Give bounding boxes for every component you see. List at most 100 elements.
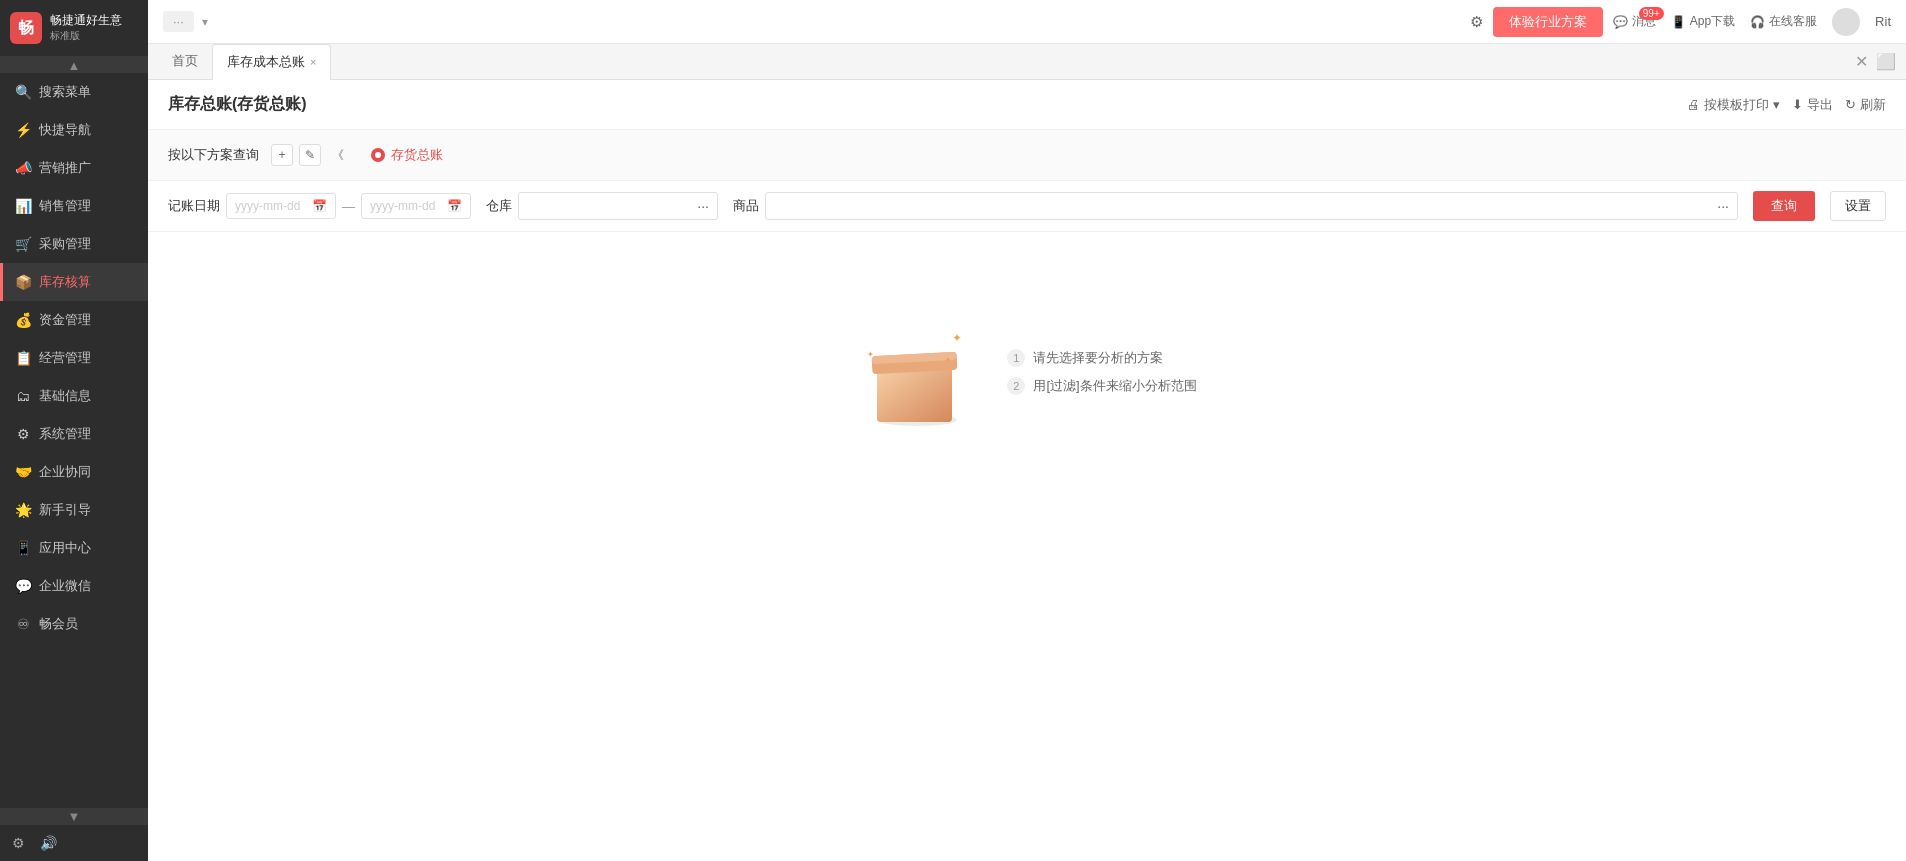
goods-more-icon[interactable]: ··· [1717, 198, 1729, 214]
search-icon: 🔍 [15, 84, 31, 100]
topbar: ··· ▾ ⚙ 体验行业方案 💬 消息 99+ 📱 App下载 🎧 在线客服 R… [148, 0, 1906, 44]
filter-scheme-bar: 按以下方案查询 + ✎ 《 存货总账 [148, 130, 1906, 181]
hint-2-text: 用[过滤]条件来缩小分析范围 [1033, 377, 1196, 395]
sidebar-item-marketing[interactable]: 📣 营销推广 [0, 149, 148, 187]
tabbar-right: ✕ ⬜ [1855, 52, 1896, 71]
refresh-label: 刷新 [1860, 96, 1886, 114]
export-label: 导出 [1807, 96, 1833, 114]
sidebar-item-inventory[interactable]: 📦 库存核算 [0, 263, 148, 301]
funds-icon: 💰 [15, 312, 31, 328]
export-icon: ⬇ [1792, 97, 1803, 112]
sidebar-item-label: 企业微信 [39, 577, 91, 595]
collapse-icon: 《 [332, 148, 344, 162]
breadcrumb-arrow: ▾ [202, 15, 208, 29]
filter-collapse-button[interactable]: 《 [327, 144, 349, 166]
filter-edit-button[interactable]: ✎ [299, 144, 321, 166]
sidebar-item-quick-nav[interactable]: ⚡ 快捷导航 [0, 111, 148, 149]
sidebar-item-label: 销售管理 [39, 197, 91, 215]
filter-add-button[interactable]: + [271, 144, 293, 166]
refresh-button[interactable]: ↻ 刷新 [1845, 96, 1886, 114]
date-to-input[interactable]: yyyy-mm-dd 📅 [361, 193, 471, 219]
page-header: 库存总账(存货总账) 🖨 按模板打印 ▾ ⬇ 导出 ↻ 刷新 [148, 80, 1906, 130]
sidebar-item-basic-info[interactable]: 🗂 基础信息 [0, 377, 148, 415]
sidebar-item-label: 采购管理 [39, 235, 91, 253]
filter-actions: + ✎ 《 [271, 144, 349, 166]
print-label: 按模板打印 [1704, 96, 1769, 114]
scroll-up[interactable]: ▲ [0, 57, 148, 73]
trial-button[interactable]: 体验行业方案 [1493, 7, 1603, 37]
headset-icon: 🎧 [1750, 15, 1765, 29]
sidebar-item-sales[interactable]: 📊 销售管理 [0, 187, 148, 225]
tabbar-resize-button[interactable]: ⬜ [1876, 52, 1896, 71]
footer-sound-icon[interactable]: 🔊 [40, 835, 57, 851]
print-dropdown-icon[interactable]: ▾ [1773, 97, 1780, 112]
footer-settings-icon[interactable]: ⚙ [12, 835, 25, 851]
sidebar-item-app-center[interactable]: 📱 应用中心 [0, 529, 148, 567]
sidebar-item-label: 系统管理 [39, 425, 91, 443]
app-name: 畅捷通好生意 [50, 13, 122, 29]
date-from-placeholder: yyyy-mm-dd [235, 199, 300, 213]
inventory-icon: 📦 [15, 274, 31, 290]
sidebar-item-label: 畅会员 [39, 615, 78, 633]
settings-button[interactable]: 设置 [1830, 191, 1886, 221]
tab-home[interactable]: 首页 [158, 44, 212, 80]
logo-icon: 畅 [10, 12, 42, 44]
warehouse-input[interactable]: ··· [518, 192, 718, 220]
calendar-from-icon[interactable]: 📅 [312, 199, 327, 213]
scroll-down[interactable]: ▼ [0, 808, 148, 824]
sidebar-item-guide[interactable]: 🌟 新手引导 [0, 491, 148, 529]
message-icon: 💬 [1613, 15, 1628, 29]
sidebar-footer: ⚙ 🔊 [0, 824, 148, 861]
sidebar-item-system[interactable]: ⚙ 系统管理 [0, 415, 148, 453]
goods-filter-group: 商品 ··· [733, 192, 1738, 220]
filter-row: 记账日期 yyyy-mm-dd 📅 — yyyy-mm-dd 📅 仓库 [148, 181, 1906, 232]
page-title: 库存总账(存货总账) [168, 94, 307, 115]
sidebar-item-operations[interactable]: 📋 经营管理 [0, 339, 148, 377]
hint-1: 1 请先选择要分析的方案 [1007, 349, 1196, 367]
goods-label: 商品 [733, 197, 759, 215]
scheme-item-inventory[interactable]: 存货总账 [361, 142, 453, 168]
refresh-icon: ↻ [1845, 97, 1856, 112]
sidebar-nav: 🔍 搜索菜单 ⚡ 快捷导航 📣 营销推广 📊 销售管理 🛒 采购管理 📦 库存核… [0, 73, 148, 808]
tab-inventory-ledger[interactable]: 库存成本总账 × [212, 44, 331, 81]
hint-1-text: 请先选择要分析的方案 [1033, 349, 1163, 367]
purchase-icon: 🛒 [15, 236, 31, 252]
sidebar-item-enterprise[interactable]: 🤝 企业协同 [0, 453, 148, 491]
page-inner: 库存总账(存货总账) 🖨 按模板打印 ▾ ⬇ 导出 ↻ 刷新 [148, 80, 1906, 861]
warehouse-label: 仓库 [486, 197, 512, 215]
topbar-gear-icon[interactable]: ⚙ [1470, 13, 1483, 31]
operations-icon: 📋 [15, 350, 31, 366]
sidebar-item-funds[interactable]: 💰 资金管理 [0, 301, 148, 339]
sidebar-item-wechat[interactable]: 💬 企业微信 [0, 567, 148, 605]
print-button[interactable]: 🖨 按模板打印 ▾ [1687, 96, 1780, 114]
sidebar-item-search[interactable]: 🔍 搜索菜单 [0, 73, 148, 111]
main-area: ··· ▾ ⚙ 体验行业方案 💬 消息 99+ 📱 App下载 🎧 在线客服 R… [148, 0, 1906, 861]
page-header-actions: 🖨 按模板打印 ▾ ⬇ 导出 ↻ 刷新 [1687, 96, 1886, 114]
export-button[interactable]: ⬇ 导出 [1792, 96, 1833, 114]
tab-close-icon[interactable]: × [310, 56, 316, 68]
online-service-item[interactable]: 🎧 在线客服 [1750, 13, 1817, 30]
sidebar-item-label: 快捷导航 [39, 121, 91, 139]
date-label: 记账日期 [168, 197, 220, 215]
warehouse-more-icon[interactable]: ··· [697, 198, 709, 214]
basic-info-icon: 🗂 [15, 388, 31, 404]
tabbar: 首页 库存成本总账 × ✕ ⬜ [148, 44, 1906, 80]
sidebar-item-members[interactable]: ♾ 畅会员 [0, 605, 148, 643]
enterprise-icon: 🤝 [15, 464, 31, 480]
empty-state-content: ✦ ✦ ✦ [857, 312, 1196, 432]
sidebar-item-label: 经营管理 [39, 349, 91, 367]
tabbar-close-button[interactable]: ✕ [1855, 52, 1868, 71]
avatar[interactable] [1832, 8, 1860, 36]
query-button[interactable]: 查询 [1753, 191, 1815, 221]
date-from-input[interactable]: yyyy-mm-dd 📅 [226, 193, 336, 219]
app-center-icon: 📱 [15, 540, 31, 556]
hint-1-num: 1 [1007, 349, 1025, 367]
calendar-to-icon[interactable]: 📅 [447, 199, 462, 213]
date-to-placeholder: yyyy-mm-dd [370, 199, 435, 213]
topbar-right: 💬 消息 99+ 📱 App下载 🎧 在线客服 Rit [1613, 8, 1891, 36]
sidebar-item-purchase[interactable]: 🛒 采购管理 [0, 225, 148, 263]
app-download-item[interactable]: 📱 App下载 [1671, 13, 1735, 30]
breadcrumb-path: ··· [163, 11, 194, 32]
goods-input[interactable]: ··· [765, 192, 1738, 220]
messages-item[interactable]: 💬 消息 99+ [1613, 13, 1656, 30]
